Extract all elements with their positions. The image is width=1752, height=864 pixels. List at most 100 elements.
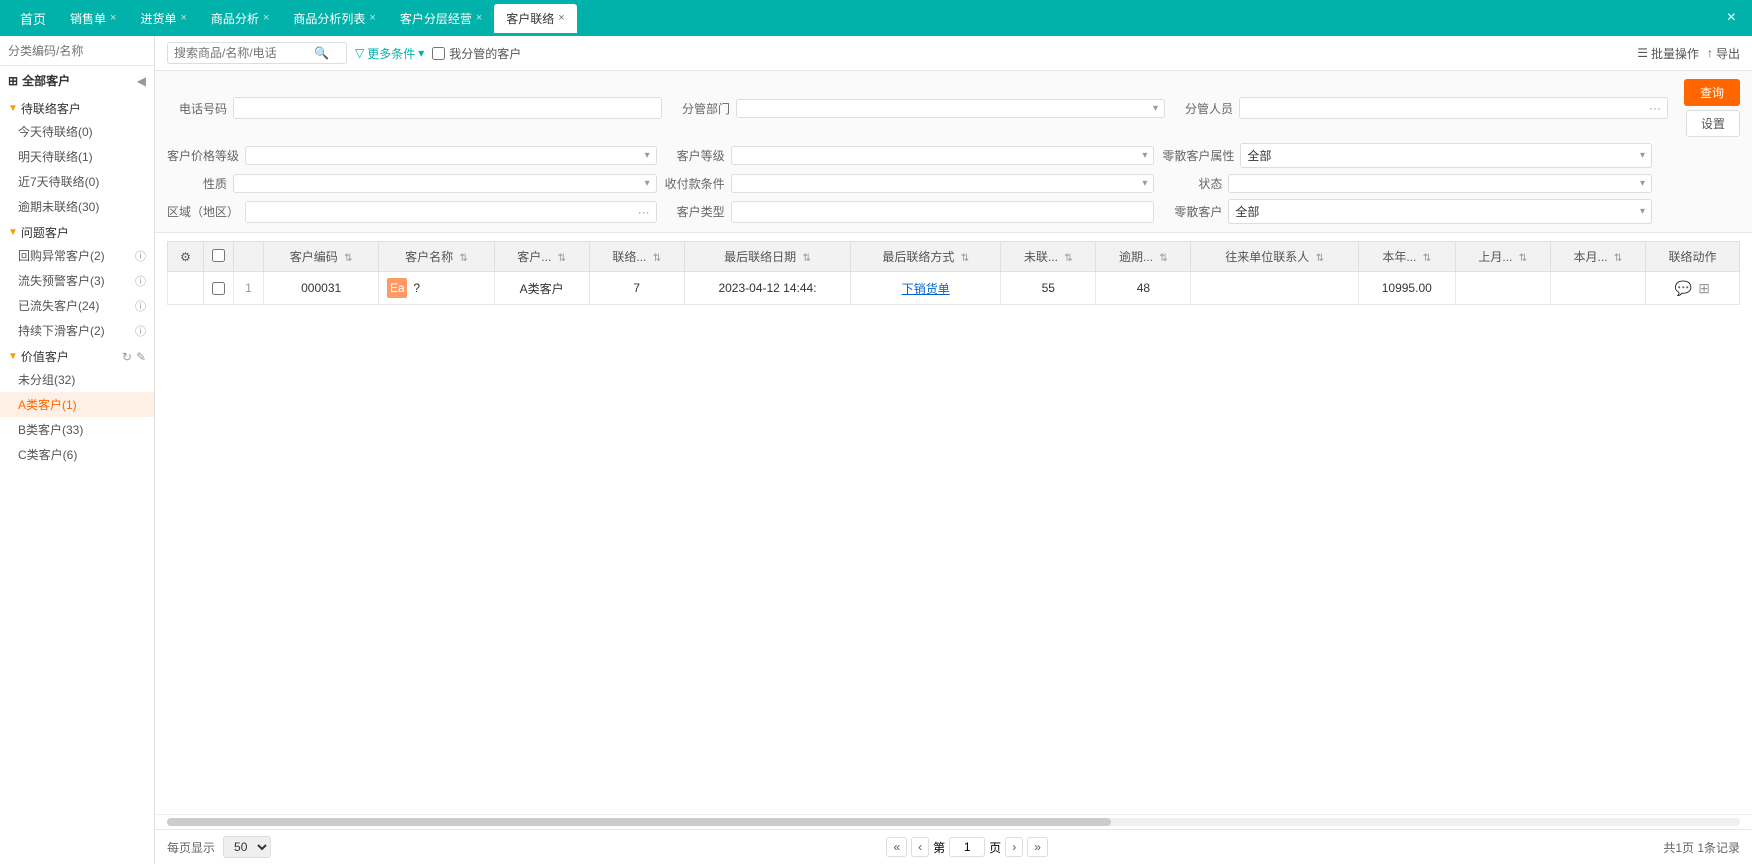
dept-label: 分管部门	[670, 100, 730, 117]
sidebar-item-churn-warning[interactable]: 流失预警客户(3) ⓘ	[0, 268, 154, 293]
filter-customer-grade: 客户等级 ▾	[665, 146, 1155, 165]
scrollbar-thumb[interactable]	[167, 818, 1111, 826]
my-customers-checkbox-input[interactable]	[432, 47, 445, 60]
customer-avatar: Ea	[387, 278, 407, 298]
sidebar-item-tomorrow-pending[interactable]: 明天待联络(1)	[0, 144, 154, 169]
nature-select[interactable]: ▾	[233, 174, 657, 193]
person-select[interactable]: ···	[1239, 97, 1668, 119]
sidebar-group-pending: ▼ 待联络客户	[0, 95, 154, 119]
close-tab-sales[interactable]: ×	[110, 12, 116, 24]
phone-input[interactable]	[233, 97, 662, 119]
customer-type-input[interactable]	[731, 201, 1155, 223]
dept-select[interactable]: ▾	[736, 99, 1165, 118]
sidebar-item-declining[interactable]: 持续下滑客户(2) ⓘ	[0, 318, 154, 343]
filter-row-2: 客户价格等级 ▾ 客户等级 ▾ 零散客户属性 全部	[167, 143, 1740, 168]
row-customer-code-cell: 000031	[264, 272, 379, 305]
close-tab-analysis[interactable]: ×	[263, 12, 269, 24]
sidebar-item-today-pending[interactable]: 今天待联络(0)	[0, 119, 154, 144]
all-customers-header[interactable]: ⊞ 全部客户 ◀	[0, 66, 154, 95]
query-button[interactable]: 查询	[1684, 79, 1740, 106]
sidebar-item-overdue-pending[interactable]: 逾期未联络(30)	[0, 194, 154, 219]
sidebar-search-input[interactable]	[8, 44, 155, 58]
filter-payment: 收付款条件 ▾	[665, 174, 1155, 193]
prev-page-button[interactable]: ‹	[911, 837, 929, 857]
nav-tab-customer-segment[interactable]: 客户分层经营 ×	[388, 4, 494, 33]
refresh-icon[interactable]: ↻	[122, 350, 132, 364]
col-customer-type[interactable]: 客户... ⇅	[494, 242, 589, 272]
main-search-icon[interactable]: 🔍	[314, 46, 329, 60]
retail-attr-select[interactable]: 全部 ▾	[1240, 143, 1652, 168]
window-close-button[interactable]: ×	[1719, 9, 1744, 27]
nav-tab-customer-contact[interactable]: 客户联络 ×	[494, 4, 576, 33]
page-number-input[interactable]	[949, 837, 985, 857]
region-select[interactable]: ···	[245, 201, 657, 223]
nav-tab-analysis[interactable]: 商品分析 ×	[199, 4, 281, 33]
export-button[interactable]: ↑ 导出	[1707, 45, 1740, 62]
close-tab-analysis-list[interactable]: ×	[369, 12, 375, 24]
settings-button[interactable]: 设置	[1686, 110, 1740, 137]
filter-dept: 分管部门 ▾	[670, 99, 1165, 118]
col-last-contact-method[interactable]: 最后联络方式 ⇅	[851, 242, 1001, 272]
nav-tab-sales[interactable]: 销售单 ×	[58, 4, 128, 33]
sort-icon-method: ⇅	[961, 253, 969, 264]
customer-table: ⚙ 客户编码 ⇅ 客户名称 ⇅	[167, 241, 1740, 305]
price-grade-select[interactable]: ▾	[245, 146, 657, 165]
retail-customer-select[interactable]: 全部 ▾	[1228, 199, 1652, 224]
qr-icon[interactable]: ⊞	[1698, 280, 1710, 297]
sidebar-item-7days-pending[interactable]: 近7天待联络(0)	[0, 169, 154, 194]
last-page-button[interactable]: »	[1027, 837, 1048, 857]
edit-icon[interactable]: ✎	[136, 350, 146, 364]
payment-select[interactable]: ▾	[731, 174, 1155, 193]
horizontal-scrollbar[interactable]	[167, 818, 1740, 826]
row-checkbox[interactable]	[212, 282, 225, 295]
sidebar-item-repurchase-abnormal[interactable]: 回购异常客户(2) ⓘ	[0, 243, 154, 268]
col-customer-name[interactable]: 客户名称 ⇅	[379, 242, 494, 272]
content-area: 🔍 ▽ 更多条件 ▾ 我分管的客户 ☰ 批量操作 ↑ 导出	[155, 36, 1752, 864]
sidebar-item-class-a[interactable]: A类客户(1)	[0, 392, 154, 417]
customer-grade-select[interactable]: ▾	[731, 146, 1155, 165]
col-not-contacted[interactable]: 未联... ⇅	[1001, 242, 1096, 272]
col-contact[interactable]: 联络... ⇅	[589, 242, 684, 272]
close-tab-customer-contact[interactable]: ×	[558, 12, 564, 24]
search-container: 🔍	[167, 42, 347, 64]
retail-customer-arrow: ▾	[1640, 206, 1645, 217]
col-settings[interactable]: ⚙	[168, 242, 204, 272]
more-conditions-button[interactable]: ▽ 更多条件 ▾	[355, 45, 424, 62]
my-customers-checkbox[interactable]: 我分管的客户	[432, 45, 521, 62]
sort-icon-name: ⇅	[459, 253, 467, 264]
select-all-checkbox[interactable]	[212, 249, 225, 262]
sidebar-item-churned[interactable]: 已流失客户(24) ⓘ	[0, 293, 154, 318]
col-last-contact-date[interactable]: 最后联络日期 ⇅	[684, 242, 850, 272]
advanced-filter: 电话号码 分管部门 ▾ 分管人员 ···	[155, 71, 1752, 233]
close-tab-purchase[interactable]: ×	[180, 12, 186, 24]
first-page-button[interactable]: «	[886, 837, 907, 857]
nav-home[interactable]: 首页	[8, 3, 58, 34]
row-action-cell: 💬 ⊞	[1645, 272, 1739, 305]
sort-icon-overdue: ⇅	[1159, 253, 1167, 264]
status-select[interactable]: ▾	[1228, 174, 1652, 193]
page-size-select[interactable]: 50	[223, 836, 271, 858]
close-tab-customer-segment[interactable]: ×	[476, 12, 482, 24]
customer-grade-label: 客户等级	[665, 147, 725, 164]
sort-icon-date: ⇅	[802, 253, 810, 264]
chat-icon[interactable]: 💬	[1675, 280, 1692, 297]
batch-ops-button[interactable]: ☰ 批量操作	[1637, 45, 1699, 62]
sidebar-item-ungrouped[interactable]: 未分组(32)	[0, 367, 154, 392]
nav-tab-analysis-list[interactable]: 商品分析列表 ×	[281, 4, 387, 33]
nav-tab-purchase[interactable]: 进货单 ×	[128, 4, 198, 33]
triangle-icon: ▼	[8, 103, 18, 114]
sort-icon-contact: ⇅	[653, 253, 661, 264]
gear-icon[interactable]: ⚙	[180, 250, 191, 264]
col-customer-code[interactable]: 客户编码 ⇅	[264, 242, 379, 272]
sidebar-item-class-b[interactable]: B类客户(33)	[0, 417, 154, 442]
col-this-year[interactable]: 本年... ⇅	[1358, 242, 1455, 272]
row-overdue-cell: 48	[1096, 272, 1191, 305]
next-page-button[interactable]: ›	[1005, 837, 1023, 857]
main-search-input[interactable]	[174, 46, 314, 60]
sidebar-item-class-c[interactable]: C类客户(6)	[0, 442, 154, 467]
col-overdue[interactable]: 逾期... ⇅	[1096, 242, 1191, 272]
col-unit-contact[interactable]: 往来单位联系人 ⇅	[1191, 242, 1358, 272]
col-this-month[interactable]: 本月... ⇅	[1550, 242, 1645, 272]
phone-label: 电话号码	[167, 100, 227, 117]
col-last-month[interactable]: 上月... ⇅	[1455, 242, 1550, 272]
